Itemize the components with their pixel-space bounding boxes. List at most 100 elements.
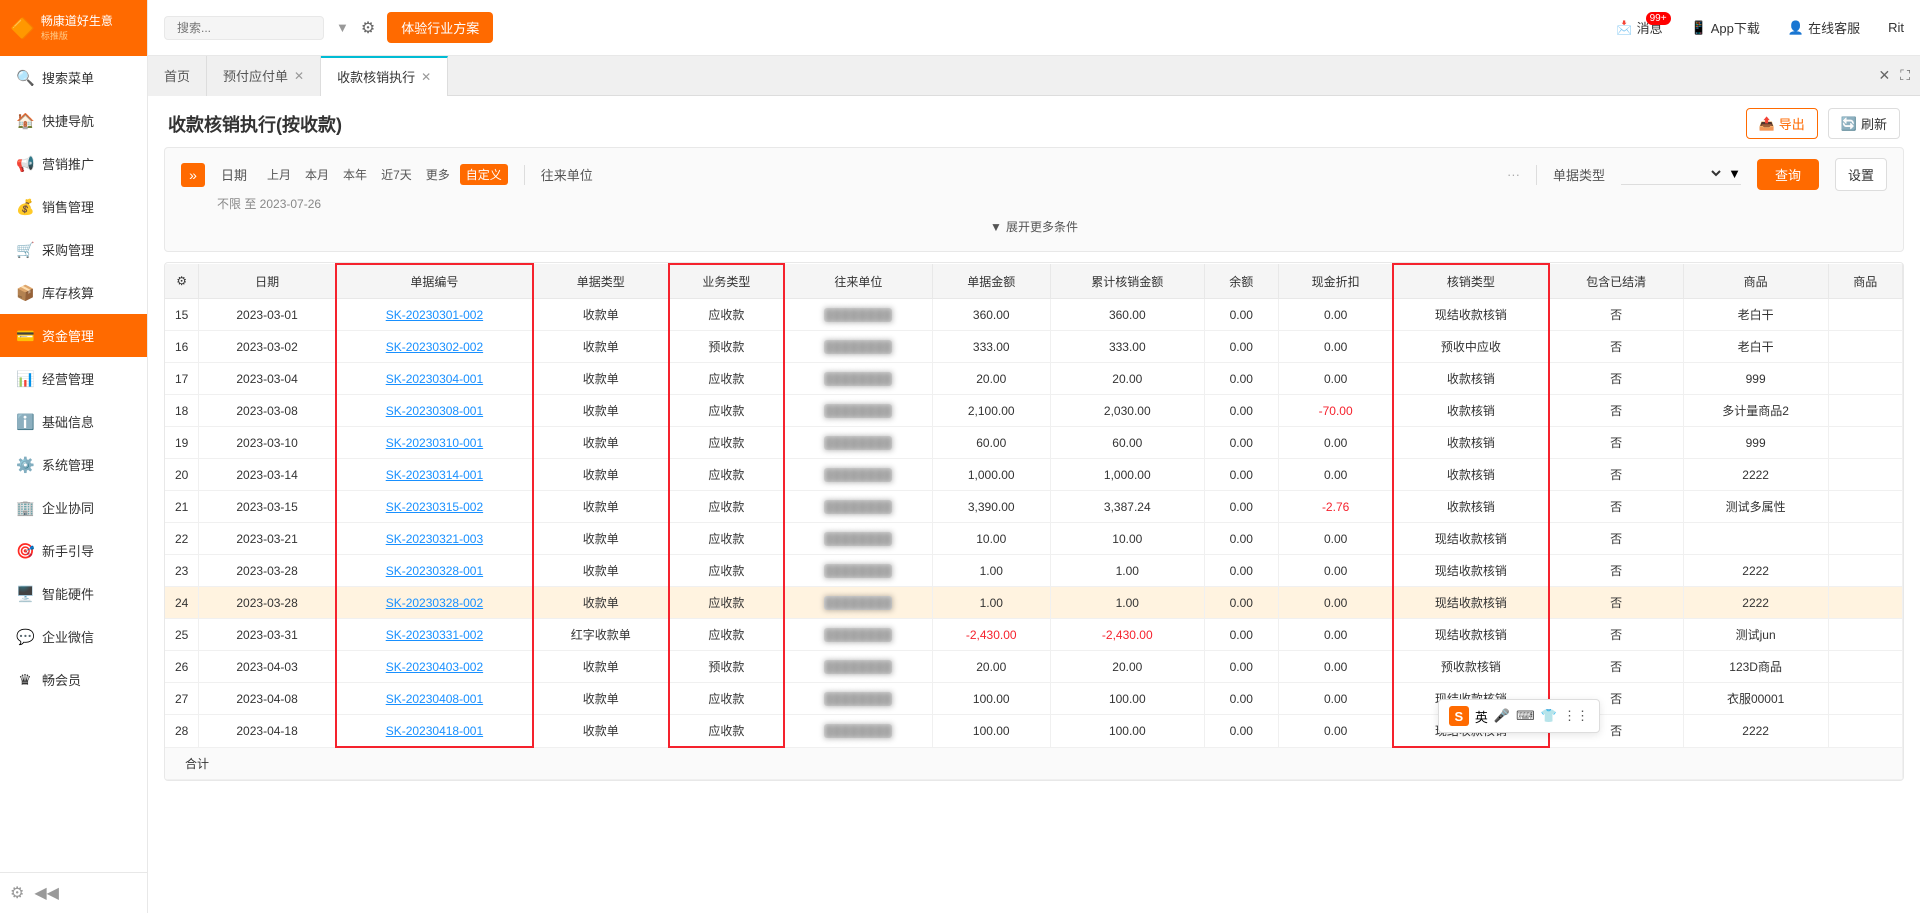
- this-month-btn[interactable]: 本月: [301, 164, 333, 185]
- sidebar: 🔶 畅康道好生意 标推版 🔍搜索菜单🏠快捷导航📢营销推广💰销售管理🛒采购管理📦库…: [0, 0, 148, 913]
- search-input[interactable]: [164, 16, 324, 40]
- table-row[interactable]: 17 2023-03-04 SK-20230304-001 收款单 应收款 ██…: [165, 363, 1903, 395]
- th-settings[interactable]: ⚙: [165, 264, 199, 299]
- order-link[interactable]: SK-20230301-002: [386, 308, 483, 322]
- solution-button[interactable]: 体验行业方案: [387, 12, 493, 43]
- mic-icon[interactable]: 🎤: [1494, 708, 1510, 724]
- sidebar-item-member[interactable]: ♛畅会员: [0, 658, 147, 701]
- td-amount: 333.00: [932, 331, 1050, 363]
- table-row[interactable]: 19 2023-03-10 SK-20230310-001 收款单 应收款 ██…: [165, 427, 1903, 459]
- export-button[interactable]: 📤 导出: [1746, 108, 1818, 139]
- table-row[interactable]: 15 2023-03-01 SK-20230301-002 收款单 应收款 ██…: [165, 299, 1903, 331]
- page-title: 收款核销执行(按收款): [168, 111, 342, 137]
- notification-button[interactable]: 📩 消息 99+: [1616, 18, 1662, 37]
- th-discount: 现金折扣: [1278, 264, 1393, 299]
- sidebar-item-system[interactable]: ⚙️系统管理: [0, 443, 147, 486]
- order-link[interactable]: SK-20230403-002: [386, 660, 483, 674]
- order-link[interactable]: SK-20230331-002: [386, 628, 483, 642]
- tab-prepay[interactable]: 预付应付单✕: [207, 56, 321, 96]
- sidebar-item-inventory[interactable]: 📦库存核算: [0, 271, 147, 314]
- sidebar-item-finance[interactable]: 💳资金管理: [0, 314, 147, 357]
- gear-icon[interactable]: ⚙: [361, 18, 375, 38]
- sidebar-item-purchase[interactable]: 🛒采购管理: [0, 228, 147, 271]
- type-select[interactable]: [1621, 165, 1724, 182]
- filter-settings-button[interactable]: 设置: [1835, 158, 1887, 191]
- table-row[interactable]: 24 2023-03-28 SK-20230328-002 收款单 应收款 ██…: [165, 587, 1903, 619]
- td-biz-type: 应收款: [669, 619, 785, 651]
- app-download-button[interactable]: 📱 App下载: [1691, 18, 1760, 37]
- user-account[interactable]: Rit: [1888, 20, 1904, 35]
- unit-input[interactable]: [601, 167, 1499, 182]
- table-row[interactable]: 21 2023-03-15 SK-20230315-002 收款单 应收款 ██…: [165, 491, 1903, 523]
- order-link[interactable]: SK-20230328-001: [386, 564, 483, 578]
- grid-icon[interactable]: ⋮⋮: [1563, 708, 1589, 724]
- tab-label-collection: 收款核销执行: [337, 67, 415, 86]
- collapse-icon[interactable]: ◀◀: [34, 883, 59, 903]
- td-biz-type: 预收款: [669, 331, 785, 363]
- table-row[interactable]: 27 2023-04-08 SK-20230408-001 收款单 应收款 ██…: [165, 683, 1903, 715]
- sidebar-item-sales[interactable]: 💰销售管理: [0, 185, 147, 228]
- td-product1: 老白干: [1683, 299, 1828, 331]
- custom-btn[interactable]: 自定义: [460, 164, 508, 185]
- sidebar-item-search[interactable]: 🔍搜索菜单: [0, 56, 147, 99]
- order-link[interactable]: SK-20230302-002: [386, 340, 483, 354]
- chevron-down-icon[interactable]: ▼: [336, 20, 349, 35]
- order-link[interactable]: SK-20230310-001: [386, 436, 483, 450]
- table-row[interactable]: 20 2023-03-14 SK-20230314-001 收款单 应收款 ██…: [165, 459, 1903, 491]
- table-row[interactable]: 26 2023-04-03 SK-20230403-002 收款单 预收款 ██…: [165, 651, 1903, 683]
- sidebar-item-quicknav[interactable]: 🏠快捷导航: [0, 99, 147, 142]
- shirt-icon[interactable]: 👕: [1541, 708, 1557, 724]
- sidebar-label-wechat: 企业微信: [42, 627, 94, 646]
- tab-close-prepay[interactable]: ✕: [294, 69, 304, 83]
- unit-value: ████████: [824, 372, 892, 386]
- tab-home[interactable]: 首页: [148, 56, 207, 96]
- query-button[interactable]: 查询: [1757, 159, 1819, 190]
- tab-collection[interactable]: 收款核销执行 ✕: [321, 56, 448, 96]
- sidebar-label-purchase: 采购管理: [42, 240, 94, 259]
- order-link[interactable]: SK-20230304-001: [386, 372, 483, 386]
- close-all-icon[interactable]: ✕: [1878, 67, 1890, 84]
- sidebar-item-marketing[interactable]: 📢营销推广: [0, 142, 147, 185]
- table-row[interactable]: 22 2023-03-21 SK-20230321-003 收款单 应收款 ██…: [165, 523, 1903, 555]
- order-link[interactable]: SK-20230408-001: [386, 692, 483, 706]
- order-link[interactable]: SK-20230321-003: [386, 532, 483, 546]
- td-date: 2023-04-03: [199, 651, 336, 683]
- td-product1: 2222: [1683, 587, 1828, 619]
- settings-icon[interactable]: ⚙: [10, 883, 24, 903]
- sidebar-item-basic[interactable]: ℹ️基础信息: [0, 400, 147, 443]
- td-product2: [1828, 715, 1902, 748]
- last-month-btn[interactable]: 上月: [263, 164, 295, 185]
- sidebar-item-guide[interactable]: 🎯新手引导: [0, 529, 147, 572]
- expand-tabs-icon[interactable]: ⛶: [1900, 67, 1910, 84]
- td-amount: 20.00: [932, 363, 1050, 395]
- expand-button[interactable]: ▼ 展开更多条件: [181, 218, 1887, 235]
- tab-close-collection[interactable]: ✕: [421, 70, 431, 84]
- last-7days-btn[interactable]: 近7天: [377, 164, 416, 185]
- sidebar-label-inventory: 库存核算: [42, 283, 94, 302]
- table-row[interactable]: 18 2023-03-08 SK-20230308-001 收款单 应收款 ██…: [165, 395, 1903, 427]
- order-link[interactable]: SK-20230314-001: [386, 468, 483, 482]
- order-link[interactable]: SK-20230315-002: [386, 500, 483, 514]
- order-link[interactable]: SK-20230308-001: [386, 404, 483, 418]
- more-btn[interactable]: 更多: [422, 164, 454, 185]
- sidebar-item-corp[interactable]: 🏢企业协同: [0, 486, 147, 529]
- sidebar-icon-guide: 🎯: [16, 542, 34, 560]
- filter-toggle[interactable]: »: [181, 163, 205, 187]
- table-row[interactable]: 23 2023-03-28 SK-20230328-001 收款单 应收款 ██…: [165, 555, 1903, 587]
- select-arrow-icon: ▼: [1728, 166, 1741, 181]
- table-row[interactable]: 25 2023-03-31 SK-20230331-002 红字收款单 应收款 …: [165, 619, 1903, 651]
- sidebar-item-operation[interactable]: 📊经营管理: [0, 357, 147, 400]
- td-date: 2023-03-04: [199, 363, 336, 395]
- this-year-btn[interactable]: 本年: [339, 164, 371, 185]
- service-button[interactable]: 👤 在线客服: [1788, 18, 1860, 37]
- order-link[interactable]: SK-20230328-002: [386, 596, 483, 610]
- keyboard-icon[interactable]: ⌨: [1516, 708, 1535, 724]
- table-row[interactable]: 16 2023-03-02 SK-20230302-002 收款单 预收款 ██…: [165, 331, 1903, 363]
- unit-value: ████████: [824, 500, 892, 514]
- table-row[interactable]: 28 2023-04-18 SK-20230418-001 收款单 应收款 ██…: [165, 715, 1903, 748]
- sidebar-item-wechat[interactable]: 💬企业微信: [0, 615, 147, 658]
- order-link[interactable]: SK-20230418-001: [386, 724, 483, 738]
- sidebar-item-hardware[interactable]: 🖥️智能硬件: [0, 572, 147, 615]
- refresh-button[interactable]: 🔄 刷新: [1828, 108, 1900, 139]
- td-discount: 0.00: [1278, 619, 1393, 651]
